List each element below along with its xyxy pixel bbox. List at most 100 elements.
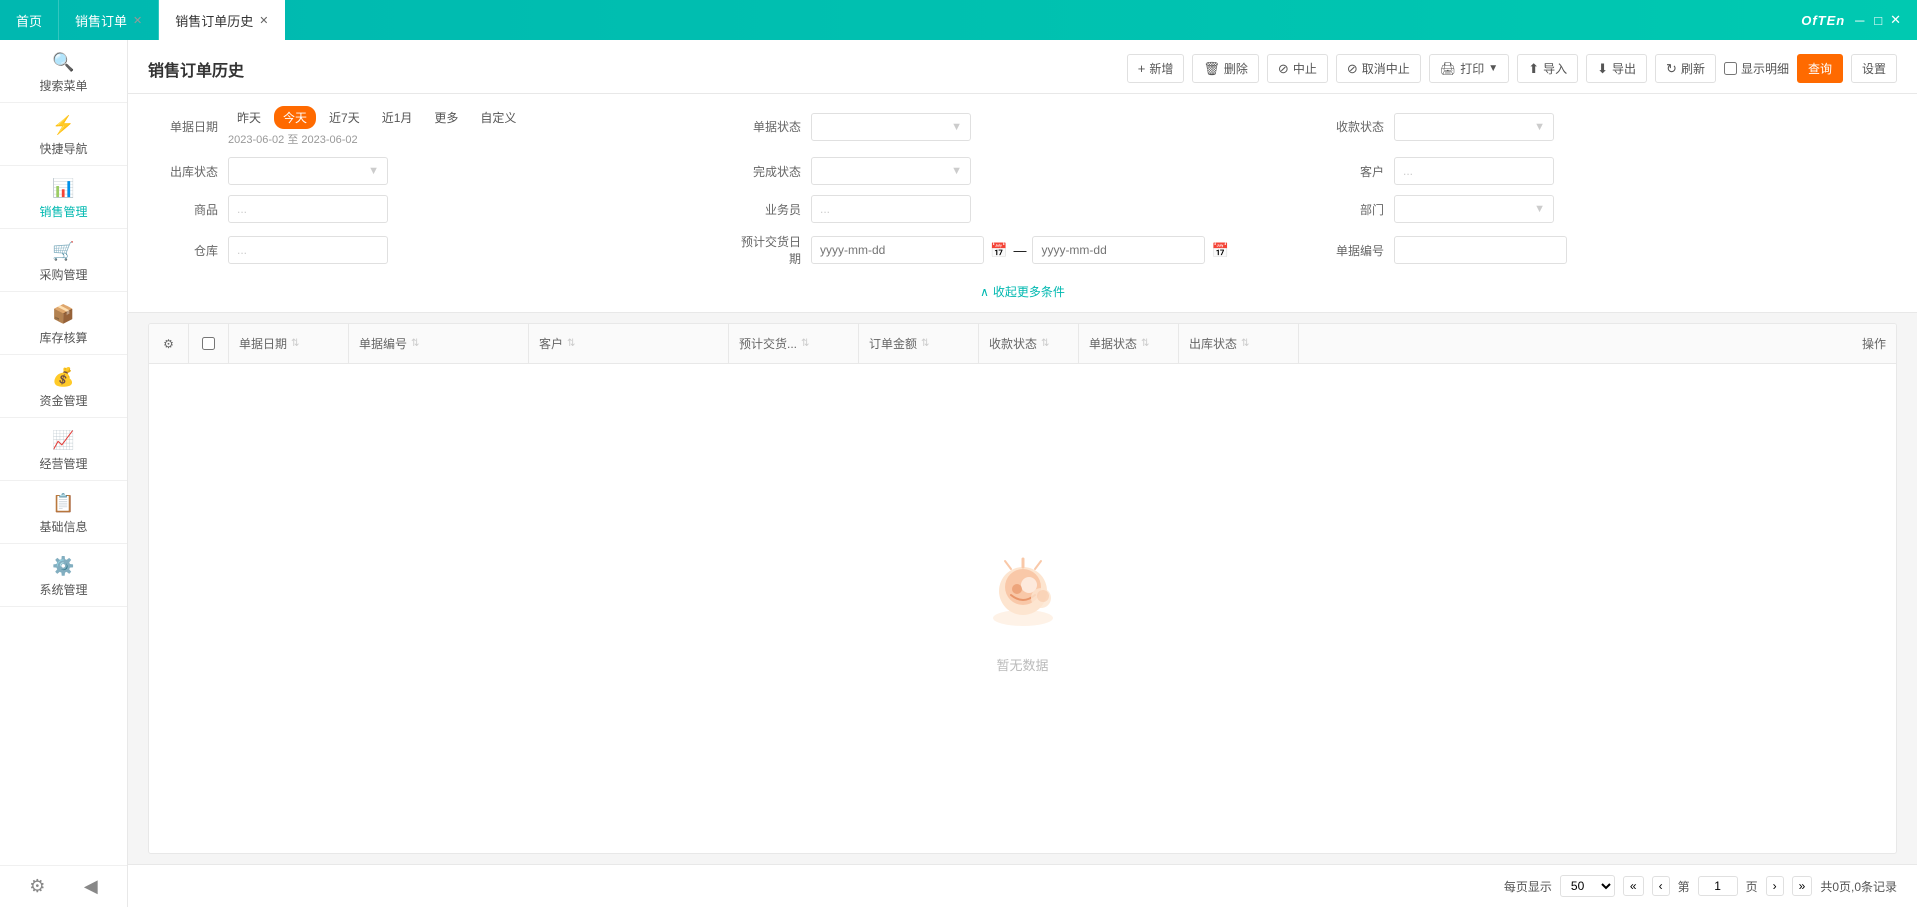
sidebar-item-finance-mgmt[interactable]: 💰 资金管理 xyxy=(0,355,127,418)
sidebar-item-basic-info[interactable]: 📋 基础信息 xyxy=(0,481,127,544)
cancel-stop-button[interactable]: ⊘ 取消中止 xyxy=(1336,54,1421,83)
display-detail-checkbox[interactable]: 显示明细 xyxy=(1724,60,1789,77)
bill-no-input[interactable] xyxy=(1394,236,1567,264)
pagination: 每页显示 10 20 50 100 « ‹ 第 页 › » 共0页,0条记录 xyxy=(128,864,1917,907)
th-receipt[interactable]: 收款状态 ⇅ xyxy=(979,324,1079,363)
warehouse-dots: ... xyxy=(237,243,247,257)
th-amount[interactable]: 订单金额 ⇅ xyxy=(859,324,979,363)
sys-mgmt-icon: ⚙️ xyxy=(52,556,74,577)
topbar-minimize[interactable]: － xyxy=(1853,11,1866,30)
th-status[interactable]: 单据状态 ⇅ xyxy=(1079,324,1179,363)
export-button[interactable]: ⬇ 导出 xyxy=(1586,54,1647,83)
tab-sales-order-close[interactable]: ✕ xyxy=(133,14,142,27)
topbar-close[interactable]: ✕ xyxy=(1890,12,1901,28)
date-control: 昨天 今天 近7天 近1月 更多 自定义 2023-06-02 至 2023-0… xyxy=(228,106,731,147)
filter-row-2: 出库状态 ▼ 完成状态 ▼ 客户 ... xyxy=(148,157,1897,185)
tab-home[interactable]: 首页 xyxy=(0,0,59,40)
goods-label: 商品 xyxy=(148,201,228,218)
bill-status-select[interactable]: ▼ xyxy=(811,113,971,141)
ops-mgmt-icon: 📈 xyxy=(52,430,74,451)
table-area: ⚙ 单据日期 ⇅ 单据编号 ⇅ 客户 ⇅ 预计交货... xyxy=(148,323,1897,854)
th-delivery[interactable]: 预计交货... ⇅ xyxy=(729,324,859,363)
sort-receipt-icon: ⇅ xyxy=(1041,338,1049,349)
collapse-up-icon: ∧ xyxy=(980,285,989,299)
print-icon: 🖨 xyxy=(1440,61,1457,77)
stop-button[interactable]: ⊘ 中止 xyxy=(1267,54,1328,83)
sidebar-item-ops-mgmt[interactable]: 📈 经营管理 xyxy=(0,418,127,481)
last-page-btn[interactable]: » xyxy=(1792,876,1813,896)
empty-area: 暂无数据 xyxy=(149,364,1896,853)
delivery-date-start[interactable] xyxy=(811,236,984,264)
refresh-icon: ↻ xyxy=(1666,61,1677,77)
collapse-link[interactable]: ∧ 收起更多条件 xyxy=(148,277,1897,300)
date-section: 昨天 今天 近7天 近1月 更多 自定义 2023-06-02 至 2023-0… xyxy=(228,106,525,147)
salesman-dots: ... xyxy=(820,202,830,216)
salesman-input[interactable]: ... xyxy=(811,195,971,223)
topbar-maximize[interactable]: □ xyxy=(1874,13,1882,28)
delivery-date-control: 📅 — 📅 xyxy=(811,236,1314,264)
date-btn-today[interactable]: 今天 xyxy=(274,106,316,129)
customer-input[interactable]: ... xyxy=(1394,157,1554,185)
filter-row-1: 单据日期 昨天 今天 近7天 近1月 更多 自定义 2023-06-02 至 2… xyxy=(148,106,1897,147)
total-label: 共0页,0条记录 xyxy=(1820,878,1897,895)
settings-gear-icon[interactable]: ⚙ xyxy=(163,337,174,351)
receipt-status-select[interactable]: ▼ xyxy=(1394,113,1554,141)
refresh-button[interactable]: ↻ 刷新 xyxy=(1655,54,1716,83)
first-page-btn[interactable]: « xyxy=(1623,876,1644,896)
tab-sales-order[interactable]: 销售订单 ✕ xyxy=(59,0,159,40)
date-label: 单据日期 xyxy=(148,118,228,135)
new-button[interactable]: + 新增 xyxy=(1127,54,1185,83)
page-number-input[interactable] xyxy=(1698,876,1738,896)
display-detail-input[interactable] xyxy=(1724,62,1737,75)
date-btn-7days[interactable]: 近7天 xyxy=(320,106,369,129)
complete-status-select[interactable]: ▼ xyxy=(811,157,971,185)
next-page-btn[interactable]: › xyxy=(1766,876,1784,896)
sidebar-item-sales-mgmt[interactable]: 📊 销售管理 xyxy=(0,166,127,229)
th-billno[interactable]: 单据编号 ⇅ xyxy=(349,324,529,363)
settings-button[interactable]: 设置 xyxy=(1851,54,1897,83)
select-all-checkbox[interactable] xyxy=(202,337,215,350)
bill-no-control xyxy=(1394,236,1897,264)
print-button[interactable]: 🖨 打印 ▼ xyxy=(1429,54,1509,83)
sidebar-item-purchase-mgmt[interactable]: 🛒 采购管理 xyxy=(0,229,127,292)
query-button[interactable]: 查询 xyxy=(1797,54,1843,83)
calendar-end-icon[interactable]: 📅 xyxy=(1211,242,1228,259)
filter-row-4: 仓库 ... 预计交货日期 📅 — 📅 单据编号 xyxy=(148,233,1897,267)
sidebar-item-inventory-calc[interactable]: 📦 库存核算 xyxy=(0,292,127,355)
calendar-start-icon[interactable]: 📅 xyxy=(990,242,1007,259)
th-outbound[interactable]: 出库状态 ⇅ xyxy=(1179,324,1299,363)
sort-amount-icon: ⇅ xyxy=(921,338,929,349)
sidebar-item-label: 搜索菜单 xyxy=(39,77,87,94)
warehouse-input[interactable]: ... xyxy=(228,236,388,264)
delete-button[interactable]: 🗑 删除 xyxy=(1192,54,1259,83)
out-status-select[interactable]: ▼ xyxy=(228,157,388,185)
tab-sales-order-history-close[interactable]: ✕ xyxy=(259,14,268,27)
delivery-date-end[interactable] xyxy=(1032,236,1205,264)
goods-input[interactable]: ... xyxy=(228,195,388,223)
page-header: 销售订单历史 + 新增 🗑 删除 ⊘ 中止 ⊘ 取消中止 xyxy=(128,40,1917,94)
sort-outbound-icon: ⇅ xyxy=(1241,338,1249,349)
import-button[interactable]: ⬆ 导入 xyxy=(1517,54,1578,83)
tab-sales-order-history[interactable]: 销售订单历史 ✕ xyxy=(159,0,285,40)
sidebar-item-label: 资金管理 xyxy=(39,392,87,409)
prev-page-btn[interactable]: ‹ xyxy=(1652,876,1670,896)
customer-label: 客户 xyxy=(1314,163,1394,180)
sidebar-item-label: 采购管理 xyxy=(39,266,87,283)
th-date[interactable]: 单据日期 ⇅ xyxy=(229,324,349,363)
date-btn-yesterday[interactable]: 昨天 xyxy=(228,106,270,129)
th-settings[interactable]: ⚙ xyxy=(149,324,189,363)
sidebar-item-label: 经营管理 xyxy=(39,455,87,472)
date-btn-1month[interactable]: 近1月 xyxy=(373,106,422,129)
sidebar-item-sys-mgmt[interactable]: ⚙️ 系统管理 xyxy=(0,544,127,607)
sidebar-item-quick-nav[interactable]: ⚡ 快捷导航 xyxy=(0,103,127,166)
date-range-display: 2023-06-02 至 2023-06-02 xyxy=(228,131,358,147)
sidebar-item-search-menu[interactable]: 🔍 搜索菜单 xyxy=(0,40,127,103)
sidebar-settings-icon[interactable]: ⚙ xyxy=(29,876,45,897)
per-page-select[interactable]: 10 20 50 100 xyxy=(1560,875,1615,897)
th-checkbox[interactable] xyxy=(189,324,229,363)
sidebar-expand-icon[interactable]: ◀ xyxy=(84,876,98,897)
date-btn-custom[interactable]: 自定义 xyxy=(471,106,525,129)
dept-select[interactable]: ▼ xyxy=(1394,195,1554,223)
date-btn-more[interactable]: 更多 xyxy=(425,106,467,129)
th-customer[interactable]: 客户 ⇅ xyxy=(529,324,729,363)
